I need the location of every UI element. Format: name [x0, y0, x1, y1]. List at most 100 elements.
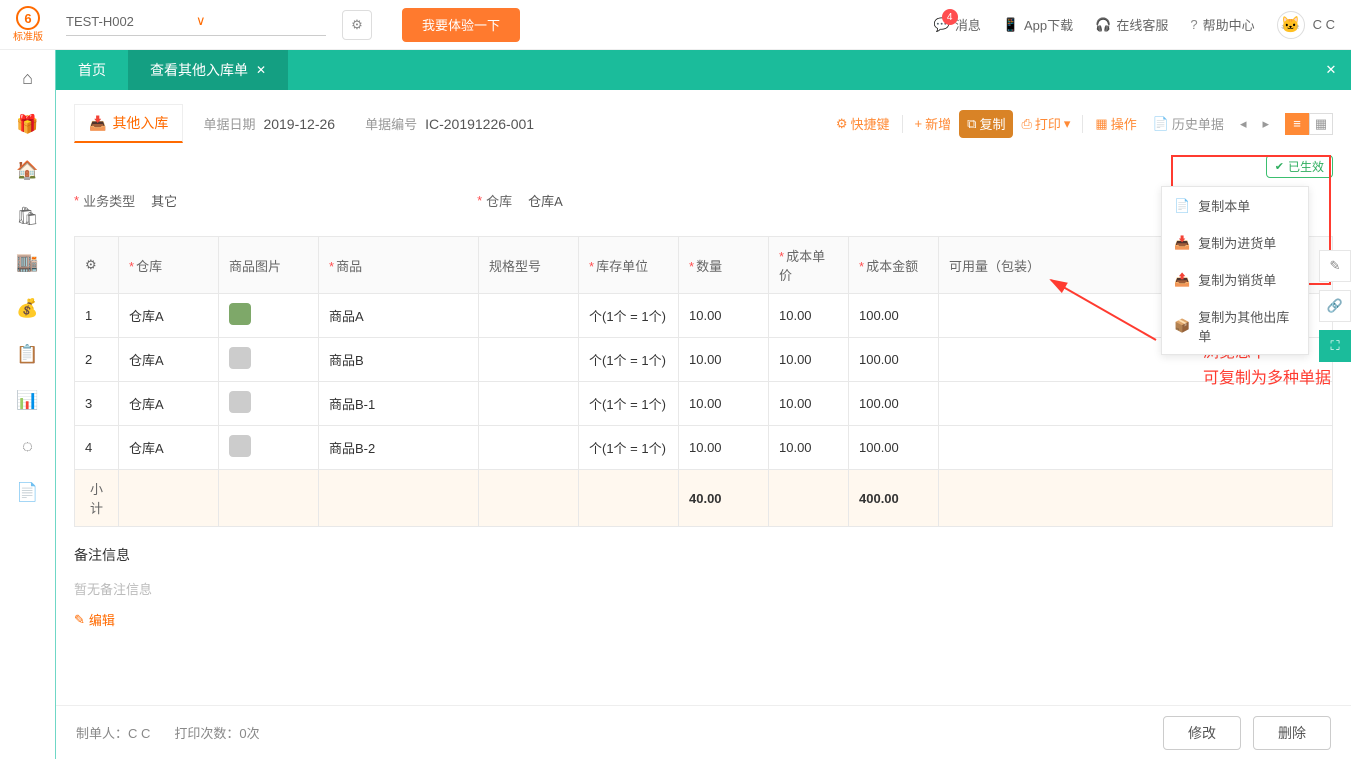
nav-house-icon[interactable]: 🏠: [12, 154, 44, 186]
nav-clipboard-icon[interactable]: 📋: [12, 338, 44, 370]
tab-close-icon[interactable]: ✕: [256, 63, 266, 77]
col-product: 商品: [336, 259, 362, 274]
row-cost-price: 10.00: [769, 426, 849, 470]
row-cost-price: 10.00: [769, 382, 849, 426]
dd-copy-out[interactable]: 📦 复制为其他出库单: [1162, 298, 1308, 354]
row-cost-amount: 100.00: [849, 426, 939, 470]
tab-home-label: 首页: [78, 60, 106, 80]
row-available: [939, 426, 1333, 470]
doc-tab[interactable]: 📥 其他入库: [74, 104, 183, 143]
shortcut-button[interactable]: ⚙快捷键: [828, 110, 898, 138]
delete-button[interactable]: 删除: [1253, 716, 1331, 750]
user-menu[interactable]: 🐱 C C: [1277, 11, 1335, 39]
nav-money-icon[interactable]: 💰: [12, 292, 44, 324]
messages-link[interactable]: 💬 消息 4: [934, 15, 981, 34]
warehouse-value: 仓库A: [528, 191, 563, 210]
nav-home-icon[interactable]: ⌂: [12, 62, 44, 94]
try-button[interactable]: 我要体验一下: [402, 8, 520, 42]
status-badge: 已生效: [1266, 155, 1333, 178]
next-button[interactable]: ▸: [1254, 110, 1277, 138]
row-image: [219, 338, 319, 382]
org-select[interactable]: TEST-H002 ∨: [66, 13, 326, 36]
row-spec: [479, 338, 579, 382]
dd-copy-self-label: 复制本单: [1198, 196, 1250, 215]
help-link[interactable]: ? 帮助中心: [1190, 15, 1254, 34]
copy-dropdown: 📄 复制本单 📥复制为进货单 📤复制为销货单 📦 复制为其他出库单: [1161, 186, 1309, 355]
dd-copy-sale[interactable]: 📤复制为销货单: [1162, 261, 1308, 298]
view-list-icon[interactable]: ≡: [1285, 113, 1309, 135]
doc-no-label: 单据编号: [365, 114, 417, 133]
row-warehouse: 仓库A: [119, 338, 219, 382]
remarks-title: 备注信息: [74, 545, 1333, 565]
warehouse-label: 仓库: [486, 191, 512, 210]
biz-type-value: 其它: [151, 191, 177, 210]
chevron-down-icon: ∨: [196, 13, 326, 29]
logo-label: 标准版: [13, 28, 43, 43]
footer-print-count: 打印次数：0次: [174, 723, 259, 742]
nav-loop-icon[interactable]: ◌: [12, 430, 44, 462]
download-link[interactable]: 📱 App下载: [1003, 15, 1073, 34]
remarks-edit[interactable]: 编辑: [74, 610, 115, 629]
col-gear[interactable]: ⚙: [75, 237, 119, 294]
nav-warehouse-icon[interactable]: 🏬: [12, 246, 44, 278]
product-thumb: [229, 435, 251, 457]
phone-icon: 📱: [1003, 17, 1019, 33]
ops-button[interactable]: ▦操作: [1087, 110, 1144, 138]
modify-button[interactable]: 修改: [1163, 716, 1241, 750]
support-link[interactable]: 🎧 在线客服: [1095, 15, 1168, 34]
nav-bag-icon[interactable]: 🛍: [12, 200, 44, 232]
col-qty: 数量: [696, 259, 722, 274]
rail-link-icon[interactable]: 🔗: [1319, 290, 1351, 322]
row-image: [219, 382, 319, 426]
col-image: 商品图片: [219, 237, 319, 294]
row-index: 1: [75, 294, 119, 338]
support-label: 在线客服: [1116, 15, 1168, 34]
dd-copy-out-label: 复制为其他出库单: [1198, 307, 1296, 345]
logo[interactable]: 6 标准版: [0, 6, 56, 43]
copy-button[interactable]: ⧉复制: [959, 110, 1013, 138]
nav-report-icon[interactable]: 📊: [12, 384, 44, 416]
subtotal-amount: 400.00: [849, 470, 939, 527]
tab-home[interactable]: 首页: [56, 50, 128, 90]
biz-type-field: * 业务类型 其它: [74, 191, 177, 210]
copy-doc-icon: 📄: [1174, 198, 1190, 214]
history-icon: 📄: [1153, 116, 1169, 132]
row-cost-amount: 100.00: [849, 294, 939, 338]
row-product: 商品B-2: [319, 426, 479, 470]
row-unit: 个(1个 = 1个): [579, 338, 679, 382]
row-spec: [479, 426, 579, 470]
history-label: 历史单据: [1172, 114, 1224, 133]
gear-icon[interactable]: ⚙: [342, 10, 372, 40]
new-label: 新增: [925, 114, 951, 133]
prev-button[interactable]: ◂: [1232, 110, 1255, 138]
nav-gift-icon[interactable]: 🎁: [12, 108, 44, 140]
view-grid-icon[interactable]: ▦: [1309, 113, 1333, 135]
row-image: [219, 426, 319, 470]
dd-copy-self[interactable]: 📄 复制本单: [1162, 187, 1308, 224]
print-button[interactable]: ⎙打印▾: [1013, 110, 1078, 138]
footer-bar: 制单人：C C 打印次数：0次 修改 删除: [56, 705, 1351, 759]
subtotal-qty: 40.00: [679, 470, 769, 527]
dd-copy-in[interactable]: 📥复制为进货单: [1162, 224, 1308, 261]
rail-expand-icon[interactable]: ⛶: [1319, 330, 1351, 362]
chevron-down-icon: ▾: [1064, 116, 1071, 132]
table-row[interactable]: 3仓库A商品B-1个(1个 = 1个)10.0010.00100.00: [75, 382, 1333, 426]
table-row[interactable]: 2仓库A商品B个(1个 = 1个)10.0010.00100.00: [75, 338, 1333, 382]
table-row[interactable]: 4仓库A商品B-2个(1个 = 1个)10.0010.00100.00: [75, 426, 1333, 470]
col-cost-price: 成本单价: [779, 249, 825, 283]
copy-out-icon: 📦: [1174, 318, 1190, 334]
nav-new-icon[interactable]: 📄: [12, 476, 44, 508]
new-button[interactable]: +新增: [907, 110, 960, 138]
table-row[interactable]: 1仓库A商品A个(1个 = 1个)10.0010.00100.00: [75, 294, 1333, 338]
row-product: 商品A: [319, 294, 479, 338]
rail-note-icon[interactable]: ✎: [1319, 250, 1351, 282]
footer-creator: 制单人：C C: [76, 723, 150, 742]
top-header: 6 标准版 TEST-H002 ∨ ⚙ 我要体验一下 💬 消息 4 📱 App下…: [0, 0, 1351, 50]
tabs-close-all[interactable]: ✕: [1311, 50, 1351, 90]
tab-view-doc[interactable]: 查看其他入库单 ✕: [128, 50, 288, 90]
history-button[interactable]: 📄历史单据: [1145, 110, 1232, 138]
row-warehouse: 仓库A: [119, 294, 219, 338]
row-index: 4: [75, 426, 119, 470]
row-warehouse: 仓库A: [119, 426, 219, 470]
warehouse-field: * 仓库 仓库A: [477, 191, 563, 210]
